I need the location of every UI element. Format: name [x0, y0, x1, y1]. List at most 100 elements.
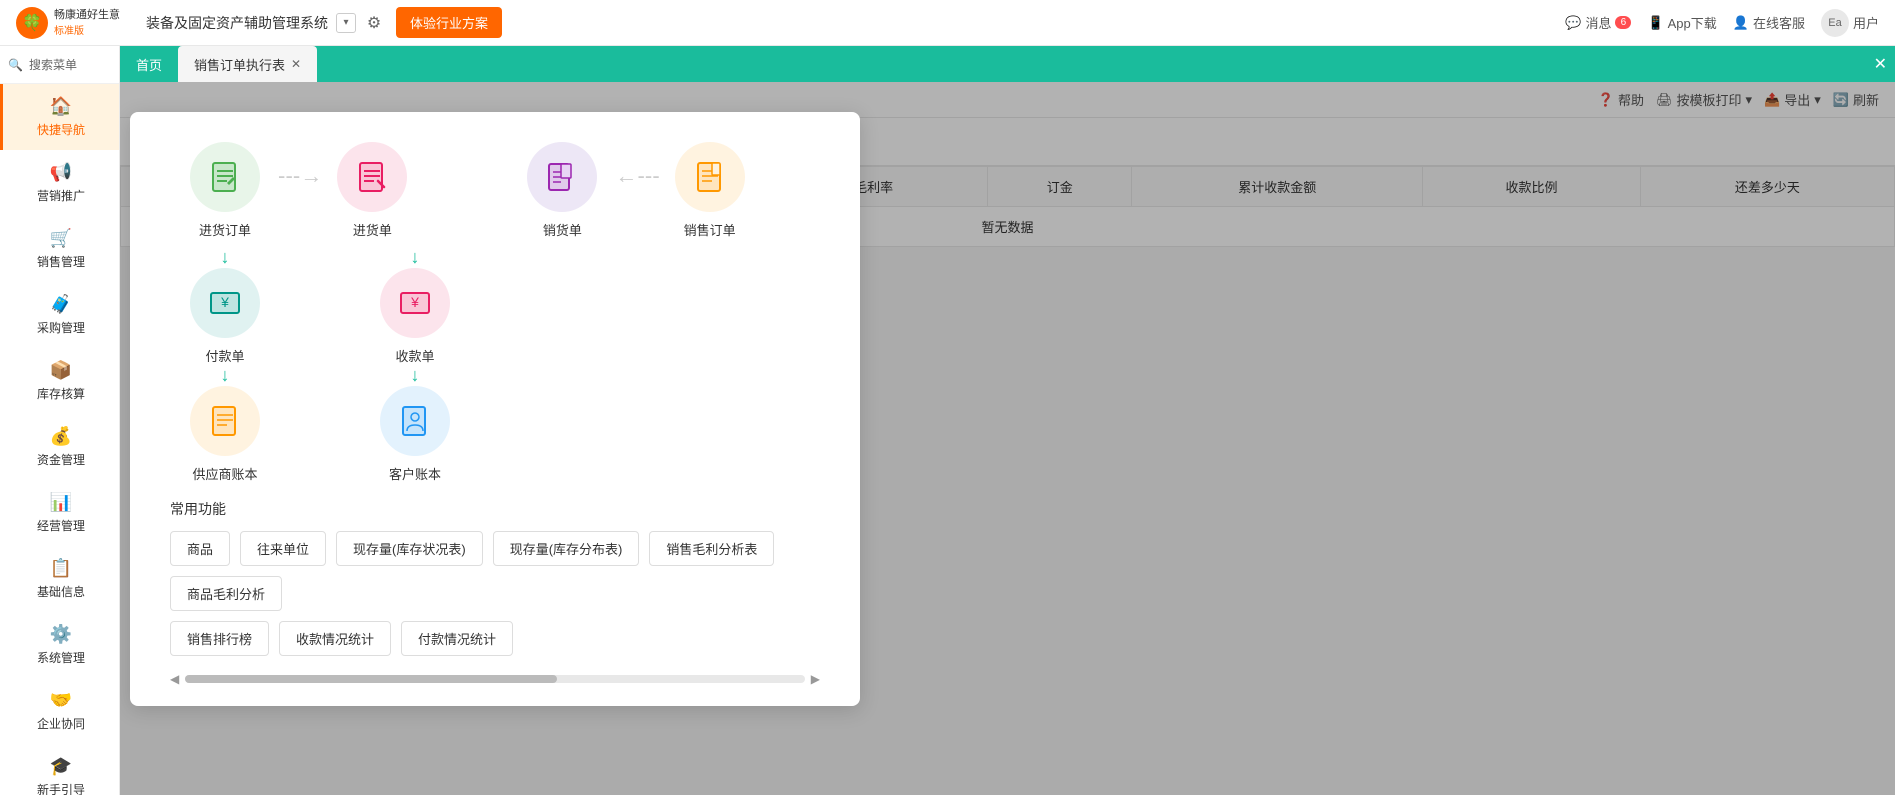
- main-layout: 🔍 搜索菜单 🏠 快捷导航 📢 营销推广 🛒 销售管理 🧳 采购管理 📦 库存核…: [0, 46, 1895, 795]
- flow-node-supplier-account[interactable]: 供应商账本: [170, 386, 280, 483]
- app-download-btn[interactable]: 📱 App下载: [1647, 13, 1716, 32]
- service-icon: 👤: [1733, 15, 1749, 31]
- sidebar-item-system[interactable]: ⚙️ 系统管理: [0, 612, 119, 678]
- sidebar: 🔍 搜索菜单 🏠 快捷导航 📢 营销推广 🛒 销售管理 🧳 采购管理 📦 库存核…: [0, 46, 120, 795]
- tab-bar-close-icon[interactable]: ✕: [1874, 54, 1887, 74]
- flow-node-customer-account[interactable]: 客户账本: [360, 386, 470, 483]
- online-service-btn[interactable]: 👤 在线客服: [1733, 13, 1805, 32]
- quick-nav-icon: 🏠: [50, 96, 72, 117]
- basic-info-label: 基础信息: [37, 583, 85, 600]
- sales-order-circle: [675, 142, 745, 212]
- func-btn-stock-dist[interactable]: 现存量(库存分布表): [493, 531, 640, 566]
- popup-scrollbar: ◀ ▶: [170, 672, 820, 686]
- flow-node-purchase-slip[interactable]: 进货单: [317, 142, 427, 239]
- page-content: ❓ 帮助 🖨 按模板打印 ▾ 📤 导出 ▾ 🔄 刷新: [120, 82, 1895, 795]
- logo-sub: 标准版: [54, 22, 120, 37]
- purchase-slip-label: 进货单: [353, 220, 392, 239]
- messages-badge: 6: [1615, 16, 1631, 29]
- scroll-right-icon[interactable]: ▶: [811, 672, 820, 686]
- customer-account-circle: [380, 386, 450, 456]
- inventory-icon: 📦: [50, 360, 72, 381]
- func-btn-payment-stats[interactable]: 付款情况统计: [401, 621, 513, 656]
- management-icon: 📊: [50, 492, 72, 513]
- flow-bottom-row: 供应商账本 客户账本: [170, 386, 820, 483]
- content-area: 首页 销售订单执行表 ✕ ✕ ❓ 帮助 🖨 按模板打印 ▾: [120, 46, 1895, 795]
- purchase-label: 采购管理: [37, 319, 85, 336]
- logo-text-block: 畅康通好生意 标准版: [54, 8, 120, 37]
- sales-slip-label: 销货单: [543, 220, 582, 239]
- payment-circle: ¥: [190, 268, 260, 338]
- logo-area: 🍀 畅康通好生意 标准版: [16, 7, 136, 39]
- flow-node-sales-order[interactable]: 销售订单: [655, 142, 765, 239]
- tab-sales-order-label: 销售订单执行表: [194, 55, 285, 74]
- sidebar-item-marketing[interactable]: 📢 营销推广: [0, 150, 119, 216]
- collab-label: 企业协同: [37, 715, 85, 732]
- sidebar-item-management[interactable]: 📊 经营管理: [0, 480, 119, 546]
- func-btn-stock-status[interactable]: 现存量(库存状况表): [336, 531, 483, 566]
- sidebar-item-sales[interactable]: 🛒 销售管理: [0, 216, 119, 282]
- settings-gear-icon[interactable]: ⚙: [364, 13, 384, 33]
- purchase-order-label: 进货订单: [199, 220, 251, 239]
- marketing-icon: 📢: [50, 162, 72, 183]
- common-func-title: 常用功能: [170, 499, 820, 519]
- tab-home[interactable]: 首页: [120, 46, 178, 82]
- customer-account-label: 客户账本: [389, 464, 441, 483]
- func-btn-sales-rank[interactable]: 销售排行榜: [170, 621, 269, 656]
- popup-overlay: 进货订单 - - - → 进货单: [120, 82, 1895, 795]
- system-dropdown-btn[interactable]: ▾: [336, 13, 356, 33]
- sidebar-search[interactable]: 🔍 搜索菜单: [0, 46, 119, 84]
- user-area[interactable]: Ea 用户: [1821, 9, 1879, 37]
- sidebar-item-basic-info[interactable]: 📋 基础信息: [0, 546, 119, 612]
- sidebar-item-finance[interactable]: 💰 资金管理: [0, 414, 119, 480]
- payment-label: 付款单: [205, 346, 244, 365]
- func-btn-sales-profit[interactable]: 销售毛利分析表: [649, 531, 774, 566]
- func-btn-receipt-stats[interactable]: 收款情况统计: [279, 621, 391, 656]
- sales-slip-circle: [527, 142, 597, 212]
- purchase-icon: 🧳: [50, 294, 72, 315]
- logo-icon: 🍀: [16, 7, 48, 39]
- basic-info-icon: 📋: [50, 558, 72, 579]
- tab-sales-order[interactable]: 销售订单执行表 ✕: [178, 46, 317, 82]
- marketing-label: 营销推广: [37, 187, 85, 204]
- sidebar-item-quick-nav[interactable]: 🏠 快捷导航: [0, 84, 119, 150]
- flow-node-receipt[interactable]: ¥ 收款单: [360, 268, 470, 365]
- func-buttons-row2: 销售排行榜 收款情况统计 付款情况统计: [170, 621, 820, 656]
- flow-popup: 进货订单 - - - → 进货单: [130, 112, 860, 706]
- flow-node-sales-slip[interactable]: 销货单: [507, 142, 617, 239]
- search-label: 搜索菜单: [29, 56, 77, 73]
- tab-close-icon[interactable]: ✕: [291, 57, 301, 71]
- supplier-account-label: 供应商账本: [192, 464, 257, 483]
- trial-button[interactable]: 体验行业方案: [396, 7, 502, 38]
- flow-node-payment[interactable]: ¥ 付款单: [170, 268, 280, 365]
- management-label: 经营管理: [37, 517, 85, 534]
- func-btn-counterparty[interactable]: 往来单位: [240, 531, 326, 566]
- system-icon: ⚙️: [50, 624, 72, 645]
- header-right: 💬 消息 6 📱 App下载 👤 在线客服 Ea 用户: [1565, 9, 1879, 37]
- logo-text: 畅康通好生意: [54, 8, 120, 22]
- messages-btn[interactable]: 💬 消息 6: [1565, 13, 1631, 32]
- app-icon: 📱: [1647, 15, 1663, 31]
- sidebar-item-inventory[interactable]: 📦 库存核算: [0, 348, 119, 414]
- tab-bar: 首页 销售订单执行表 ✕ ✕: [120, 46, 1895, 82]
- sidebar-item-newbie[interactable]: 🎓 新手引导: [0, 744, 119, 795]
- app-download-label: App下载: [1668, 13, 1717, 32]
- receipt-label: 收款单: [395, 346, 434, 365]
- func-buttons-row1: 商品 往来单位 现存量(库存状况表) 现存量(库存分布表) 销售毛利分析表 商品…: [170, 531, 820, 611]
- common-functions-section: 常用功能 商品 往来单位 现存量(库存状况表) 现存量(库存分布表) 销售毛利分…: [170, 499, 820, 656]
- flow-node-purchase-order[interactable]: 进货订单: [170, 142, 280, 239]
- svg-text:¥: ¥: [220, 294, 229, 310]
- scrollbar-track[interactable]: [185, 675, 805, 683]
- flow-top-row: 进货订单 - - - → 进货单: [170, 142, 820, 239]
- collab-icon: 🤝: [50, 690, 72, 711]
- receipt-circle: ¥: [380, 268, 450, 338]
- search-icon: 🔍: [8, 58, 23, 72]
- scroll-left-icon[interactable]: ◀: [170, 672, 179, 686]
- func-btn-product-profit[interactable]: 商品毛利分析: [170, 576, 282, 611]
- finance-label: 资金管理: [37, 451, 85, 468]
- sidebar-item-collab[interactable]: 🤝 企业协同: [0, 678, 119, 744]
- func-btn-product[interactable]: 商品: [170, 531, 230, 566]
- quick-nav-label: 快捷导航: [37, 121, 85, 138]
- system-title-area: 装备及固定资产辅助管理系统 ▾ ⚙: [146, 13, 384, 33]
- sidebar-item-purchase[interactable]: 🧳 采购管理: [0, 282, 119, 348]
- purchase-slip-circle: [337, 142, 407, 212]
